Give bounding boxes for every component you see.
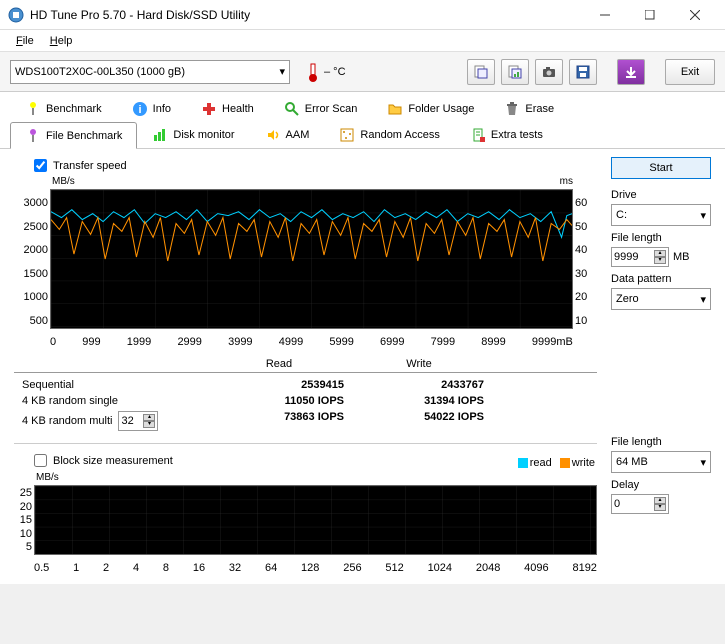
multi-threads-spinner[interactable]: 32 ▴▾ xyxy=(118,411,158,431)
block-legend: read write xyxy=(518,457,595,469)
app-icon xyxy=(8,7,24,23)
tabs: Benchmark iInfo Health Error Scan Folder… xyxy=(0,92,725,149)
tab-erase[interactable]: Erase xyxy=(489,96,569,122)
temperature-value: – °C xyxy=(324,66,346,78)
x-axis-block: 0.512481632641282565121024204840968192 xyxy=(34,560,597,576)
transfer-speed-checkbox[interactable]: Transfer speed xyxy=(34,159,597,172)
exit-button[interactable]: Exit xyxy=(665,59,715,85)
tab-random-access[interactable]: Random Access xyxy=(324,122,454,148)
y-label-left: MB/s xyxy=(52,176,75,187)
transfer-chart-svg xyxy=(50,189,573,329)
file-length-label: File length xyxy=(611,232,711,244)
chevron-down-icon: ▾ xyxy=(700,209,706,222)
tab-error-scan[interactable]: Error Scan xyxy=(269,96,373,122)
block-y-label: MB/s xyxy=(36,472,59,483)
svg-text:i: i xyxy=(138,104,141,116)
menubar: File Help xyxy=(0,30,725,52)
drive-letter-select[interactable]: C:▾ xyxy=(611,204,711,226)
x-axis-transfer: 0999199929993999499959996999799989999999… xyxy=(50,334,573,350)
col-write: Write xyxy=(354,358,494,370)
delay-spinner[interactable]: 0 ▴▾ xyxy=(611,494,669,514)
row-sequential: Sequential 2539415 2433767 xyxy=(14,377,597,393)
results-table: Read Write Sequential 2539415 2433767 4 … xyxy=(14,356,597,433)
thermometer-icon xyxy=(306,62,320,82)
tab-file-benchmark[interactable]: File Benchmark xyxy=(10,122,137,149)
block-size-checkbox[interactable]: Block size measurement xyxy=(34,454,597,467)
tab-health[interactable]: Health xyxy=(186,96,269,122)
y-axis-left: 30002500200015001000500 xyxy=(20,197,48,327)
temperature-display: – °C xyxy=(306,62,346,82)
file-length2-label: File length xyxy=(611,436,711,448)
start-button[interactable]: Start xyxy=(611,157,711,179)
menu-help[interactable]: Help xyxy=(42,33,81,49)
screenshot-button[interactable] xyxy=(535,59,563,85)
toolbar: WDS100T2X0C-00L350 (1000 gB) ▾ – °C Exit xyxy=(0,52,725,92)
drive-select-text: WDS100T2X0C-00L350 (1000 gB) xyxy=(15,66,185,78)
tab-folder-usage[interactable]: Folder Usage xyxy=(372,96,489,122)
file-length2-select[interactable]: 64 MB▾ xyxy=(611,451,711,473)
y-label-right: ms xyxy=(560,176,573,187)
tab-extra-tests[interactable]: Extra tests xyxy=(455,122,558,148)
minimize-button[interactable] xyxy=(582,0,627,30)
y-axis-right: 605040302010 xyxy=(575,197,593,327)
tab-info[interactable]: iInfo xyxy=(117,96,186,122)
row-random-multi: 4 KB random multi 32 ▴▾ 73863 IOPS 54022… xyxy=(14,409,597,433)
drive-label: Drive xyxy=(611,189,711,201)
save-button[interactable] xyxy=(569,59,597,85)
tab-benchmark[interactable]: Benchmark xyxy=(10,96,117,122)
content: Transfer speed MB/s ms 30002500200015001… xyxy=(0,149,725,584)
close-button[interactable] xyxy=(672,0,717,30)
y-axis-block: 252015105 xyxy=(16,487,32,553)
copy-text-button[interactable] xyxy=(467,59,495,85)
tab-aam[interactable]: AAM xyxy=(250,122,325,148)
menu-file[interactable]: File xyxy=(8,33,42,49)
chevron-down-icon: ▾ xyxy=(700,293,706,306)
copy-chart-button[interactable] xyxy=(501,59,529,85)
block-chart-svg xyxy=(34,485,597,555)
maximize-button[interactable] xyxy=(627,0,672,30)
chevron-down-icon: ▾ xyxy=(279,65,285,78)
file-length-unit: MB xyxy=(673,251,690,263)
download-button[interactable] xyxy=(617,59,645,85)
window-title: HD Tune Pro 5.70 - Hard Disk/SSD Utility xyxy=(30,8,582,22)
delay-label: Delay xyxy=(611,479,711,491)
drive-select[interactable]: WDS100T2X0C-00L350 (1000 gB) ▾ xyxy=(10,60,290,84)
row-random-single: 4 KB random single 11050 IOPS 31394 IOPS xyxy=(14,393,597,409)
col-read: Read xyxy=(214,358,354,370)
data-pattern-select[interactable]: Zero▾ xyxy=(611,288,711,310)
titlebar: HD Tune Pro 5.70 - Hard Disk/SSD Utility xyxy=(0,0,725,30)
file-length-spinner[interactable]: 9999 ▴▾ xyxy=(611,247,669,267)
chevron-down-icon: ▾ xyxy=(700,456,706,469)
tab-disk-monitor[interactable]: Disk monitor xyxy=(137,122,249,148)
transfer-chart: 30002500200015001000500 605040302010 xyxy=(50,189,573,332)
data-pattern-label: Data pattern xyxy=(611,273,711,285)
block-chart: 252015105 xyxy=(34,485,597,558)
